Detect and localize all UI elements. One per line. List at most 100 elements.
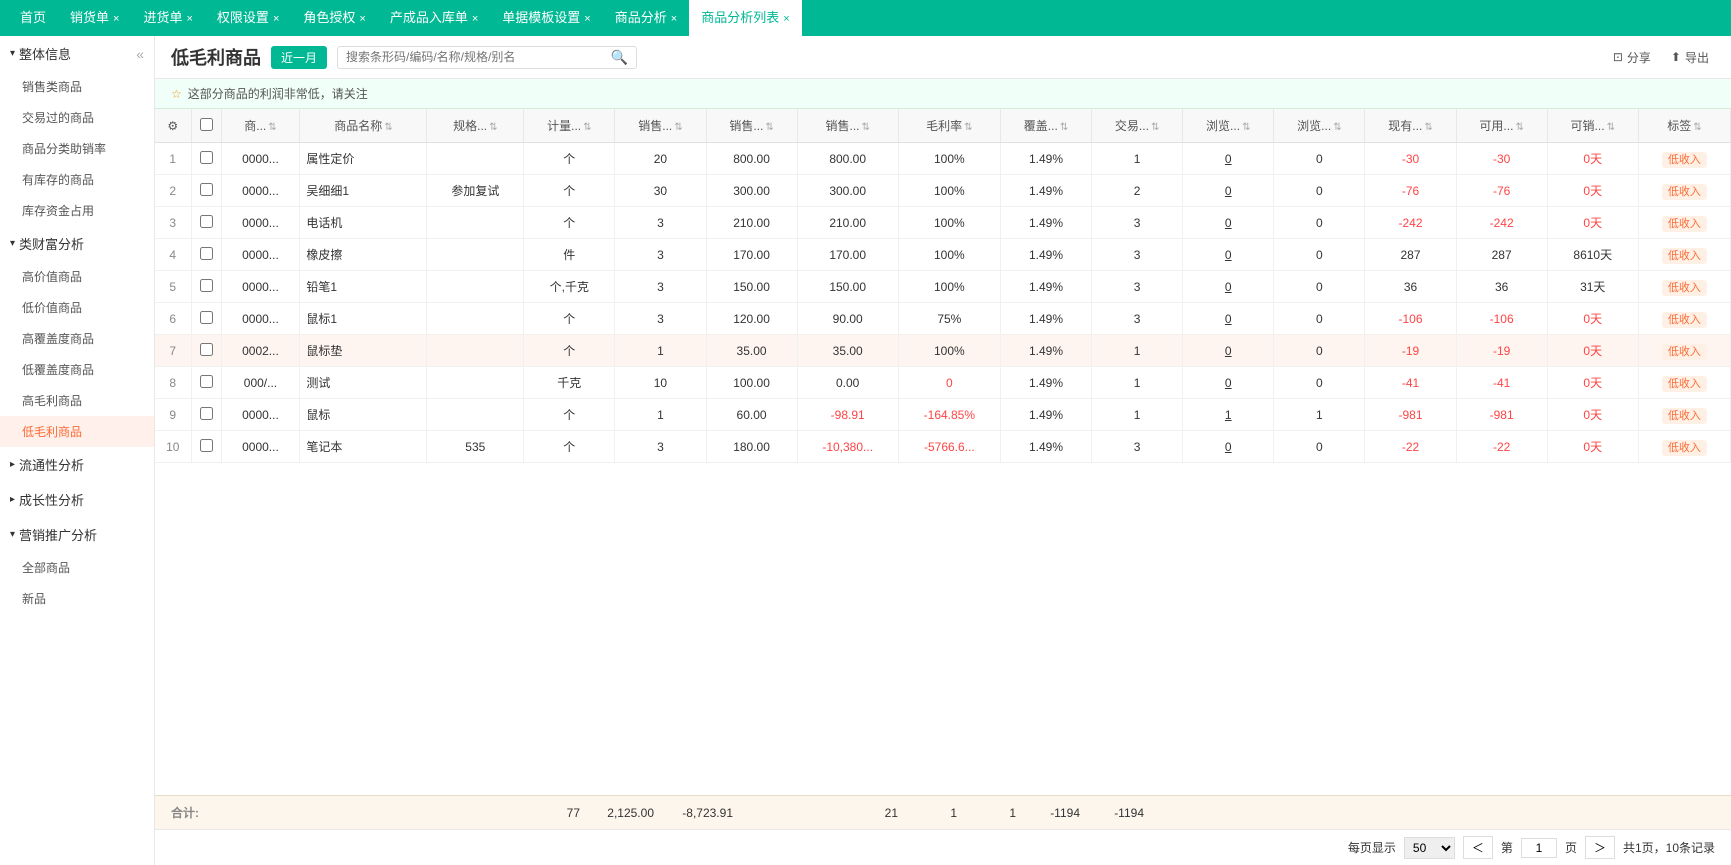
close-analysis-icon[interactable]: × xyxy=(671,13,677,25)
sidebar: ▾ 整体信息 « 销售类商品 交易过的商品 商品分类助销率 有库存的商品 库存资… xyxy=(0,36,155,865)
close-analysis-list-icon[interactable]: × xyxy=(783,13,789,25)
nav-sales[interactable]: 销货单× xyxy=(58,0,131,36)
cell-current-stock: -981 xyxy=(1365,399,1456,431)
sidebar-item-high-value[interactable]: 高价值商品 xyxy=(0,261,154,292)
cell-checkbox[interactable] xyxy=(191,143,221,175)
sidebar-group-marketing[interactable]: ▾ 营销推广分析 xyxy=(0,517,154,552)
export-button[interactable]: ⬆ 导出 xyxy=(1665,46,1715,69)
col-coverage[interactable]: 覆盖...⇅ xyxy=(1000,109,1091,143)
nav-purchase[interactable]: 进货单× xyxy=(131,0,204,36)
next-page-button[interactable]: ＞ xyxy=(1585,836,1615,859)
nav-permissions[interactable]: 权限设置× xyxy=(205,0,291,36)
nav-products[interactable]: 产成品入库单× xyxy=(378,0,490,36)
nav-home[interactable]: 首页 xyxy=(8,0,58,36)
sidebar-item-high-coverage[interactable]: 高覆盖度商品 xyxy=(0,323,154,354)
cell-browse1[interactable]: 0 xyxy=(1183,431,1274,463)
cell-checkbox[interactable] xyxy=(191,239,221,271)
nav-templates[interactable]: 单据模板设置× xyxy=(490,0,602,36)
date-filter-button[interactable]: 近一月 xyxy=(271,46,327,69)
col-checkbox[interactable] xyxy=(191,109,221,143)
search-box: 🔍 xyxy=(337,46,637,69)
select-all-checkbox[interactable] xyxy=(200,118,213,131)
cell-browse1[interactable]: 0 xyxy=(1183,143,1274,175)
col-transaction[interactable]: 交易...⇅ xyxy=(1092,109,1183,143)
page-size-select[interactable]: 50 100 200 xyxy=(1404,837,1455,859)
col-browse2[interactable]: 浏览...⇅ xyxy=(1274,109,1365,143)
cell-checkbox[interactable] xyxy=(191,207,221,239)
sidebar-item-low-margin[interactable]: 低毛利商品 xyxy=(0,416,154,447)
col-settings[interactable]: ⚙ xyxy=(155,109,191,143)
cell-checkbox[interactable] xyxy=(191,399,221,431)
sidebar-item-all-goods[interactable]: 全部商品 xyxy=(0,552,154,583)
col-spec[interactable]: 规格...⇅ xyxy=(427,109,524,143)
page-input[interactable] xyxy=(1521,838,1557,858)
row-checkbox[interactable] xyxy=(200,247,213,260)
sidebar-group-liquidity[interactable]: ▸ 流通性分析 xyxy=(0,447,154,482)
cell-checkbox[interactable] xyxy=(191,271,221,303)
sidebar-item-sales-goods[interactable]: 销售类商品 xyxy=(0,71,154,102)
cell-browse1[interactable]: 0 xyxy=(1183,335,1274,367)
sidebar-group-overall[interactable]: ▾ 整体信息 « xyxy=(0,36,154,71)
sidebar-item-stock-capital[interactable]: 库存资金占用 xyxy=(0,195,154,226)
row-checkbox[interactable] xyxy=(200,151,213,164)
cell-browse1[interactable]: 0 xyxy=(1183,239,1274,271)
col-gross-margin[interactable]: 毛利率⇅ xyxy=(898,109,1000,143)
row-checkbox[interactable] xyxy=(200,343,213,356)
cell-sales-profit: 170.00 xyxy=(797,239,898,271)
row-checkbox[interactable] xyxy=(200,439,213,452)
row-checkbox[interactable] xyxy=(200,183,213,196)
row-checkbox[interactable] xyxy=(200,311,213,324)
col-sales-profit[interactable]: 销售...⇅ xyxy=(797,109,898,143)
cell-checkbox[interactable] xyxy=(191,175,221,207)
close-permissions-icon[interactable]: × xyxy=(273,13,279,25)
search-icon[interactable]: 🔍 xyxy=(611,49,628,66)
row-checkbox[interactable] xyxy=(200,375,213,388)
sidebar-item-low-value[interactable]: 低价值商品 xyxy=(0,292,154,323)
sidebar-group-wealth[interactable]: ▾ 类财富分析 xyxy=(0,226,154,261)
sidebar-item-category-rate[interactable]: 商品分类助销率 xyxy=(0,133,154,164)
col-available[interactable]: 可用...⇅ xyxy=(1456,109,1547,143)
cell-browse1[interactable]: 1 xyxy=(1183,399,1274,431)
col-sellable[interactable]: 可销...⇅ xyxy=(1547,109,1638,143)
cell-checkbox[interactable] xyxy=(191,303,221,335)
col-sales-qty[interactable]: 销售...⇅ xyxy=(615,109,706,143)
cell-browse1[interactable]: 0 xyxy=(1183,175,1274,207)
prev-page-button[interactable]: ＜ xyxy=(1463,836,1493,859)
col-browse1[interactable]: 浏览...⇅ xyxy=(1183,109,1274,143)
col-tag[interactable]: 标签⇅ xyxy=(1638,109,1730,143)
cell-sellable: 0天 xyxy=(1547,399,1638,431)
row-checkbox[interactable] xyxy=(200,407,213,420)
sidebar-item-traded-goods[interactable]: 交易过的商品 xyxy=(0,102,154,133)
nav-analysis-list[interactable]: 商品分析列表× xyxy=(689,0,801,36)
collapse-overall-icon[interactable]: « xyxy=(136,46,144,62)
close-products-icon[interactable]: × xyxy=(472,13,478,25)
cell-checkbox[interactable] xyxy=(191,335,221,367)
close-roles-icon[interactable]: × xyxy=(359,13,365,25)
col-sales-amount[interactable]: 销售...⇅ xyxy=(706,109,797,143)
row-checkbox[interactable] xyxy=(200,279,213,292)
nav-analysis[interactable]: 商品分析× xyxy=(603,0,689,36)
cell-browse1[interactable]: 0 xyxy=(1183,207,1274,239)
sidebar-item-new-goods[interactable]: 新品 xyxy=(0,583,154,614)
share-button[interactable]: ⊡ 分享 xyxy=(1607,46,1657,69)
sidebar-item-stocked-goods[interactable]: 有库存的商品 xyxy=(0,164,154,195)
close-sales-icon[interactable]: × xyxy=(113,13,119,25)
sidebar-group-growth[interactable]: ▸ 成长性分析 xyxy=(0,482,154,517)
cell-browse1[interactable]: 0 xyxy=(1183,303,1274,335)
sidebar-item-low-coverage[interactable]: 低覆盖度商品 xyxy=(0,354,154,385)
search-input[interactable] xyxy=(346,50,611,64)
row-checkbox[interactable] xyxy=(200,215,213,228)
cell-checkbox[interactable] xyxy=(191,431,221,463)
col-name[interactable]: 商品名称⇅ xyxy=(300,109,427,143)
col-code[interactable]: 商...⇅ xyxy=(221,109,300,143)
close-purchase-icon[interactable]: × xyxy=(186,13,192,25)
col-current-stock[interactable]: 现有...⇅ xyxy=(1365,109,1456,143)
col-unit[interactable]: 计量...⇅ xyxy=(524,109,615,143)
cell-checkbox[interactable] xyxy=(191,367,221,399)
close-templates-icon[interactable]: × xyxy=(584,13,590,25)
cell-browse1[interactable]: 0 xyxy=(1183,271,1274,303)
header-actions: ⊡ 分享 ⬆ 导出 xyxy=(1607,46,1715,69)
sidebar-item-high-margin[interactable]: 高毛利商品 xyxy=(0,385,154,416)
nav-roles[interactable]: 角色授权× xyxy=(291,0,377,36)
cell-browse1[interactable]: 0 xyxy=(1183,367,1274,399)
